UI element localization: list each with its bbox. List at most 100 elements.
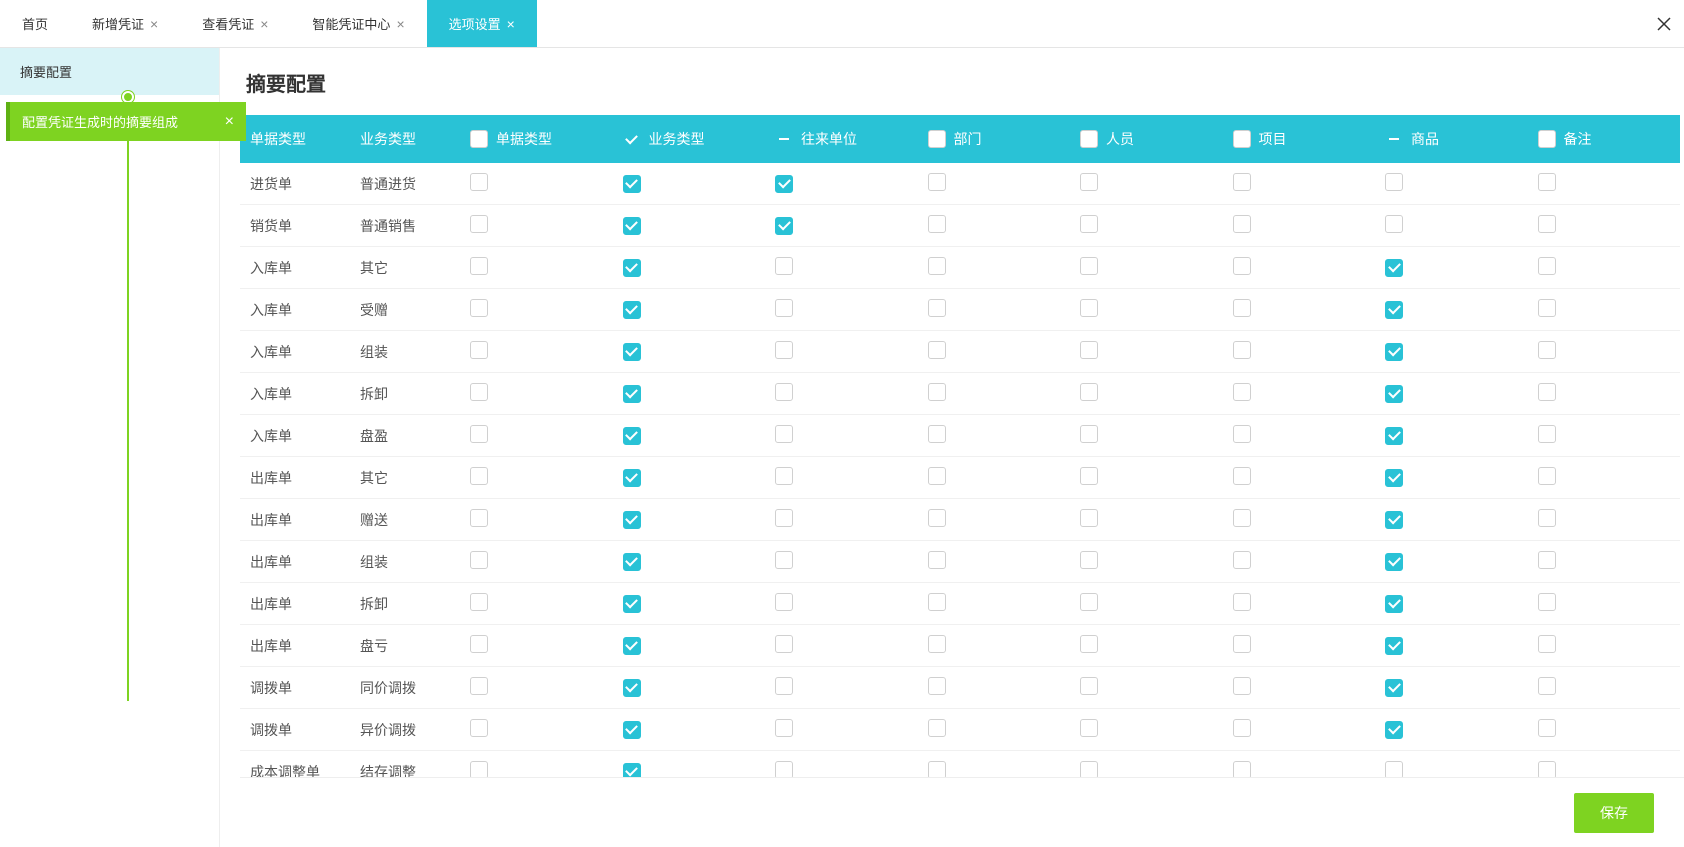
row-checkbox[interactable] xyxy=(928,551,946,569)
row-checkbox[interactable] xyxy=(775,217,793,235)
col-header-c_partner[interactable]: 往来单位 xyxy=(765,115,918,163)
row-checkbox[interactable] xyxy=(775,341,793,359)
row-checkbox[interactable] xyxy=(1538,467,1556,485)
row-checkbox[interactable] xyxy=(1080,383,1098,401)
tab-close-icon[interactable]: × xyxy=(396,16,404,32)
row-checkbox[interactable] xyxy=(1538,593,1556,611)
tab-close-icon[interactable]: × xyxy=(150,16,158,32)
row-checkbox[interactable] xyxy=(623,385,641,403)
row-checkbox[interactable] xyxy=(1080,593,1098,611)
row-checkbox[interactable] xyxy=(1233,383,1251,401)
tab-close-icon[interactable]: × xyxy=(507,16,515,32)
tab-3[interactable]: 智能凭证中心× xyxy=(290,0,426,47)
row-checkbox[interactable] xyxy=(1538,173,1556,191)
row-checkbox[interactable] xyxy=(470,425,488,443)
row-checkbox[interactable] xyxy=(623,259,641,277)
row-checkbox[interactable] xyxy=(470,467,488,485)
save-button[interactable]: 保存 xyxy=(1574,793,1654,833)
row-checkbox[interactable] xyxy=(1233,299,1251,317)
row-checkbox[interactable] xyxy=(1080,425,1098,443)
row-checkbox[interactable] xyxy=(1538,299,1556,317)
row-checkbox[interactable] xyxy=(775,719,793,737)
row-checkbox[interactable] xyxy=(623,637,641,655)
row-checkbox[interactable] xyxy=(928,635,946,653)
row-checkbox[interactable] xyxy=(928,761,946,777)
row-checkbox[interactable] xyxy=(1080,467,1098,485)
row-checkbox[interactable] xyxy=(623,427,641,445)
row-checkbox[interactable] xyxy=(928,509,946,527)
tab-close-icon[interactable]: × xyxy=(260,16,268,32)
row-checkbox[interactable] xyxy=(470,257,488,275)
sidebar-tab-summary[interactable]: 摘要配置 xyxy=(0,48,219,95)
row-checkbox[interactable] xyxy=(1233,551,1251,569)
row-checkbox[interactable] xyxy=(1080,509,1098,527)
row-checkbox[interactable] xyxy=(1538,635,1556,653)
header-checkbox-c_goods[interactable] xyxy=(1385,130,1403,148)
row-checkbox[interactable] xyxy=(623,553,641,571)
row-checkbox[interactable] xyxy=(1080,299,1098,317)
row-checkbox[interactable] xyxy=(775,635,793,653)
col-header-c_dept[interactable]: 部门 xyxy=(918,115,1071,163)
row-checkbox[interactable] xyxy=(775,383,793,401)
row-checkbox[interactable] xyxy=(470,341,488,359)
row-checkbox[interactable] xyxy=(1538,257,1556,275)
col-header-c_remark[interactable]: 备注 xyxy=(1528,115,1681,163)
row-checkbox[interactable] xyxy=(470,719,488,737)
row-checkbox[interactable] xyxy=(1538,551,1556,569)
row-checkbox[interactable] xyxy=(1538,509,1556,527)
tab-1[interactable]: 新增凭证× xyxy=(70,0,180,47)
row-checkbox[interactable] xyxy=(928,593,946,611)
row-checkbox[interactable] xyxy=(1233,467,1251,485)
row-checkbox[interactable] xyxy=(470,677,488,695)
row-checkbox[interactable] xyxy=(775,677,793,695)
row-checkbox[interactable] xyxy=(470,299,488,317)
row-checkbox[interactable] xyxy=(775,257,793,275)
sidebar-tooltip-close-icon[interactable]: × xyxy=(225,114,234,130)
header-checkbox-c_project[interactable] xyxy=(1233,130,1251,148)
row-checkbox[interactable] xyxy=(928,425,946,443)
row-checkbox[interactable] xyxy=(928,173,946,191)
col-header-c_biz_type[interactable]: 业务类型 xyxy=(613,115,766,163)
row-checkbox[interactable] xyxy=(1233,677,1251,695)
row-checkbox[interactable] xyxy=(1385,511,1403,529)
row-checkbox[interactable] xyxy=(775,593,793,611)
row-checkbox[interactable] xyxy=(1233,509,1251,527)
row-checkbox[interactable] xyxy=(1538,719,1556,737)
row-checkbox[interactable] xyxy=(470,215,488,233)
row-checkbox[interactable] xyxy=(928,341,946,359)
row-checkbox[interactable] xyxy=(1080,341,1098,359)
row-checkbox[interactable] xyxy=(1385,761,1403,777)
row-checkbox[interactable] xyxy=(1080,677,1098,695)
row-checkbox[interactable] xyxy=(470,383,488,401)
row-checkbox[interactable] xyxy=(1233,341,1251,359)
row-checkbox[interactable] xyxy=(1080,257,1098,275)
row-checkbox[interactable] xyxy=(775,175,793,193)
row-checkbox[interactable] xyxy=(1538,341,1556,359)
row-checkbox[interactable] xyxy=(1080,719,1098,737)
row-checkbox[interactable] xyxy=(623,469,641,487)
row-checkbox[interactable] xyxy=(1385,259,1403,277)
row-checkbox[interactable] xyxy=(1385,721,1403,739)
row-checkbox[interactable] xyxy=(1385,595,1403,613)
row-checkbox[interactable] xyxy=(1538,761,1556,777)
row-checkbox[interactable] xyxy=(1233,635,1251,653)
row-checkbox[interactable] xyxy=(1233,257,1251,275)
row-checkbox[interactable] xyxy=(1538,425,1556,443)
row-checkbox[interactable] xyxy=(623,343,641,361)
row-checkbox[interactable] xyxy=(1080,635,1098,653)
row-checkbox[interactable] xyxy=(623,595,641,613)
tab-2[interactable]: 查看凭证× xyxy=(180,0,290,47)
col-header-c_doc_type[interactable]: 单据类型 xyxy=(460,115,613,163)
tab-0[interactable]: 首页 xyxy=(0,0,70,47)
row-checkbox[interactable] xyxy=(928,257,946,275)
row-checkbox[interactable] xyxy=(1233,593,1251,611)
table-scroll[interactable]: 单据类型业务类型单据类型业务类型往来单位部门人员项目商品备注 进货单普通进货销货… xyxy=(240,115,1680,777)
row-checkbox[interactable] xyxy=(1385,469,1403,487)
row-checkbox[interactable] xyxy=(1233,173,1251,191)
row-checkbox[interactable] xyxy=(1080,551,1098,569)
row-checkbox[interactable] xyxy=(775,509,793,527)
row-checkbox[interactable] xyxy=(775,551,793,569)
row-checkbox[interactable] xyxy=(470,509,488,527)
row-checkbox[interactable] xyxy=(928,677,946,695)
row-checkbox[interactable] xyxy=(1233,719,1251,737)
